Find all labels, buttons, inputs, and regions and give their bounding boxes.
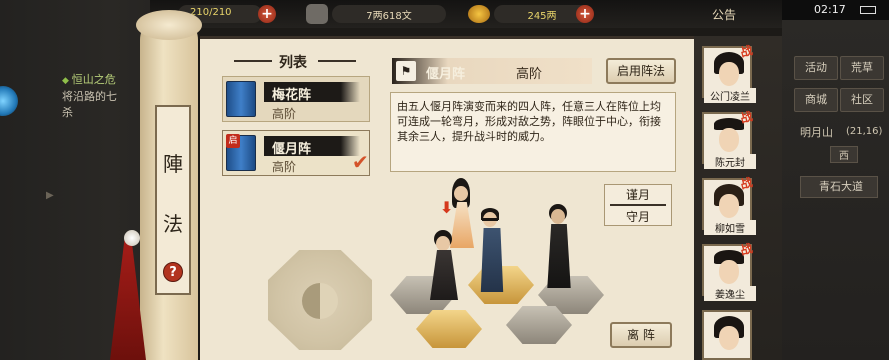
active-badge: 启: [226, 134, 240, 148]
silver-value: 7两618文: [366, 11, 412, 22]
roster-name: 陈元封: [704, 154, 756, 169]
shop-button[interactable]: 商城: [794, 88, 838, 112]
add-stamina-button[interactable]: +: [258, 5, 276, 23]
scroll-char-1: 陣: [163, 152, 183, 176]
wilderness-button[interactable]: 荒草: [840, 56, 884, 80]
formation-item-name: 偃月阵: [264, 136, 360, 157]
manual-book-icon: [226, 81, 256, 117]
gold-value: 245两: [527, 11, 557, 22]
location-name: 明月山: [800, 126, 833, 139]
formation-item-rank: 高阶: [272, 107, 297, 121]
silver-counter: 7两618文: [332, 5, 446, 23]
battery-icon: [860, 6, 876, 14]
silver-pouch-icon: [306, 4, 328, 24]
compass-direction[interactable]: 西: [830, 146, 858, 163]
formation-item-rank: 高阶: [272, 160, 297, 174]
community-button[interactable]: 社区: [840, 88, 884, 112]
yinyang-icon: [302, 283, 338, 319]
position-divider: [610, 204, 666, 206]
area-label[interactable]: 青石大道: [800, 176, 878, 198]
roster-name: 姜逸尘: [704, 286, 756, 301]
detail-formation-rank: 高阶: [516, 67, 543, 82]
position-top-label: 谨月: [625, 188, 650, 202]
formation-description: 由五人偃月阵演变而来的四人阵，任意三人在阵位上均可连成一轮弯月，形成对敌之势，阵…: [390, 92, 676, 172]
add-gold-button[interactable]: +: [576, 5, 594, 23]
detail-formation-name: 偃月阵: [426, 67, 466, 82]
leader-arrow-icon: ⬇: [440, 198, 454, 217]
enable-formation-button[interactable]: 启用阵法: [606, 58, 676, 84]
expand-arrow-icon[interactable]: ▶: [46, 190, 54, 201]
scroll-char-2: 法: [163, 212, 183, 236]
roster-name: 公门凌兰: [704, 88, 756, 103]
selected-check-icon: ✔: [352, 150, 369, 174]
banner-flag-icon: ⚑: [396, 61, 416, 81]
position-bottom-label: 守月: [625, 210, 650, 224]
leave-formation-button[interactable]: 离 阵: [610, 322, 672, 348]
location-coords: (21,16): [846, 126, 883, 137]
scroll-cap: [136, 10, 202, 40]
roster-portrait[interactable]: [702, 310, 752, 360]
gold-ingot-icon: [468, 5, 490, 23]
activity-button[interactable]: 活动: [794, 56, 838, 80]
title-divider-right: [318, 60, 356, 62]
announcement-button[interactable]: 公告: [712, 6, 736, 23]
formation-item-name: 梅花阵: [264, 82, 360, 103]
help-button[interactable]: ?: [163, 262, 183, 282]
detail-header: [392, 58, 592, 84]
roster-name: 柳如雪: [704, 220, 756, 235]
list-title: 列表: [279, 55, 307, 71]
tassel-bead: [124, 230, 140, 246]
